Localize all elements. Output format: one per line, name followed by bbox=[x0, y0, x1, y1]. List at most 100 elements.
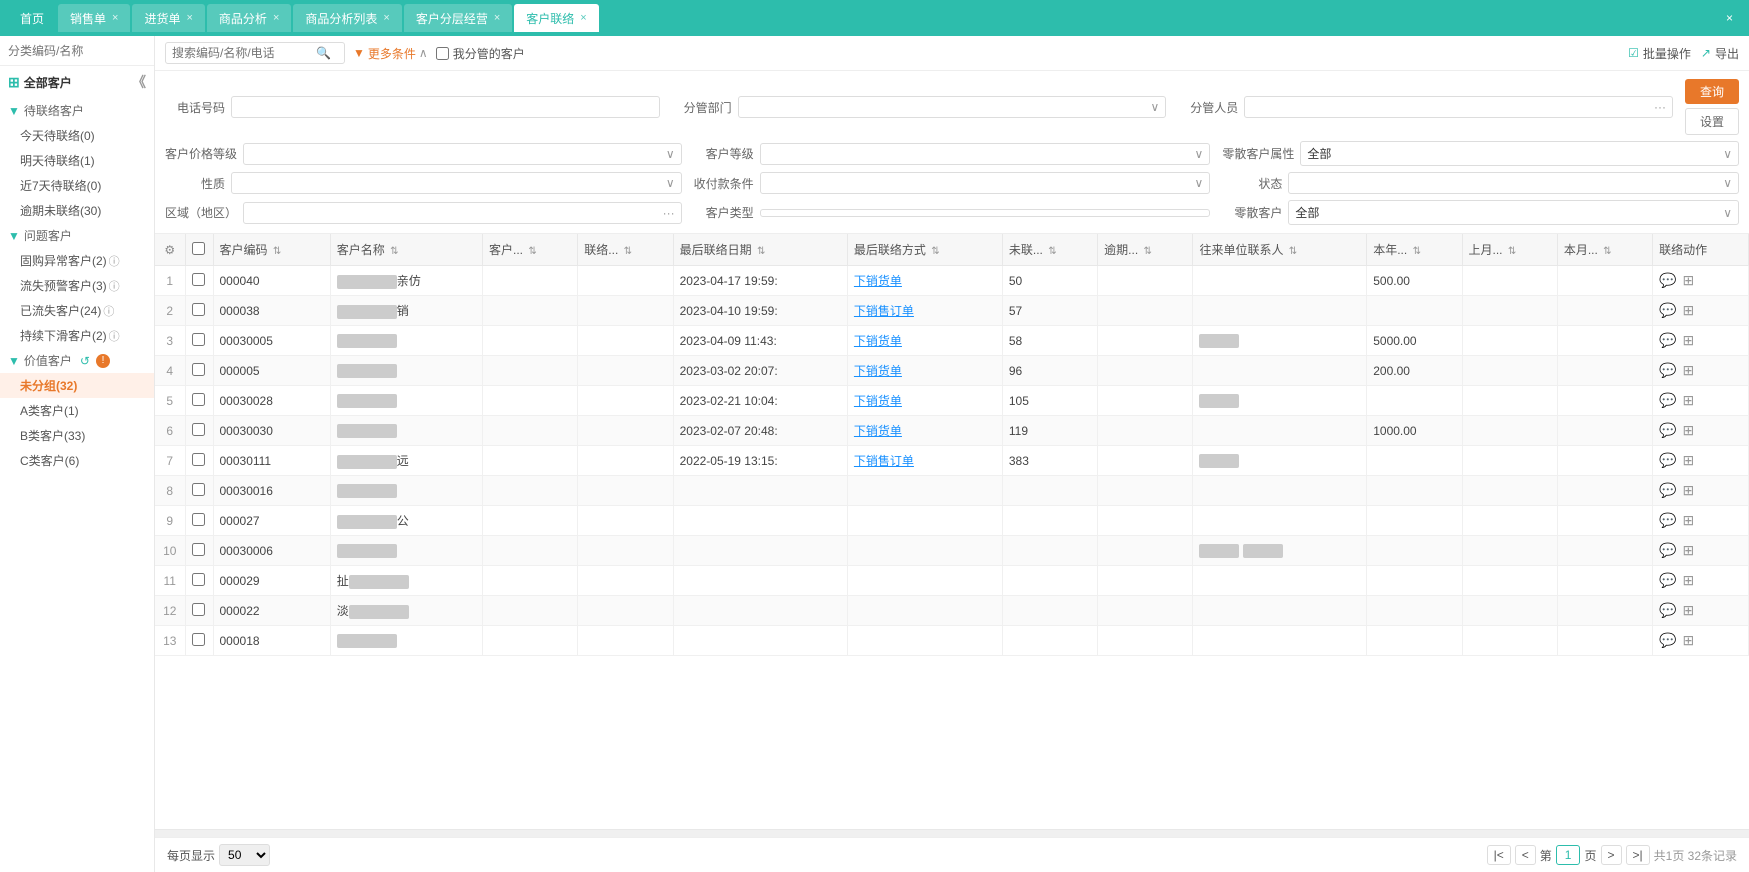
more-icon[interactable]: ⊞ bbox=[1683, 512, 1695, 529]
more-icon[interactable]: ⊞ bbox=[1683, 272, 1695, 289]
sidebar-collapse-icon[interactable]: 《 bbox=[132, 72, 146, 92]
message-icon[interactable]: 💬 bbox=[1659, 602, 1676, 619]
more-icon[interactable]: ⊞ bbox=[1683, 362, 1695, 379]
message-icon[interactable]: 💬 bbox=[1659, 632, 1676, 649]
manager-input[interactable]: ··· bbox=[1244, 96, 1673, 118]
sidebar-item-overdue-pending[interactable]: 逾期未联络(30) bbox=[0, 198, 154, 223]
settings-column-header[interactable]: ⚙ bbox=[155, 234, 185, 266]
close-product-analysis-list-icon[interactable]: × bbox=[383, 12, 389, 24]
row-checkbox-cell[interactable] bbox=[185, 506, 213, 536]
row-last-contact-method[interactable]: 下销售订单 bbox=[847, 446, 1002, 476]
customer-level-select[interactable]: ∨ bbox=[760, 143, 1211, 165]
last-contact-method-link[interactable]: 下销售订单 bbox=[854, 454, 914, 468]
prev-page-button[interactable]: < bbox=[1515, 845, 1536, 865]
message-icon[interactable]: 💬 bbox=[1659, 272, 1676, 289]
retail-customer-select[interactable]: 全部 ∨ bbox=[1288, 200, 1739, 225]
message-icon[interactable]: 💬 bbox=[1659, 572, 1676, 589]
nav-tab-sales[interactable]: 销售单 × bbox=[58, 4, 130, 32]
row-checkbox-cell[interactable] bbox=[185, 326, 213, 356]
sidebar-search-input[interactable] bbox=[8, 44, 155, 58]
value-refresh-icon[interactable]: ↺ bbox=[80, 354, 90, 368]
sidebar-item-tomorrow-pending[interactable]: 明天待联络(1) bbox=[0, 148, 154, 173]
dept-select[interactable]: ∨ bbox=[738, 96, 1167, 118]
more-icon[interactable]: ⊞ bbox=[1683, 602, 1695, 619]
more-filter-button[interactable]: ▼ 更多条件 ∧ bbox=[353, 45, 428, 62]
row-checkbox[interactable] bbox=[192, 303, 205, 316]
more-icon[interactable]: ⊞ bbox=[1683, 332, 1695, 349]
sidebar-item-declining[interactable]: 持续下滑客户(2) ⓘ bbox=[0, 323, 154, 348]
close-purchase-icon[interactable]: × bbox=[186, 12, 192, 24]
main-search-icon[interactable]: 🔍 bbox=[316, 46, 331, 60]
sidebar-item-churned[interactable]: 已流失客户(24) ⓘ bbox=[0, 298, 154, 323]
row-checkbox-cell[interactable] bbox=[185, 266, 213, 296]
message-icon[interactable]: 💬 bbox=[1659, 302, 1676, 319]
row-checkbox-cell[interactable] bbox=[185, 566, 213, 596]
payment-select[interactable]: ∨ bbox=[760, 172, 1211, 194]
close-sales-icon[interactable]: × bbox=[112, 12, 118, 24]
sidebar-item-today-pending[interactable]: 今天待联络(0) bbox=[0, 123, 154, 148]
retail-attr-select[interactable]: 全部 ∨ bbox=[1300, 141, 1739, 166]
more-icon[interactable]: ⊞ bbox=[1683, 392, 1695, 409]
row-checkbox-cell[interactable] bbox=[185, 446, 213, 476]
message-icon[interactable]: 💬 bbox=[1659, 362, 1676, 379]
message-icon[interactable]: 💬 bbox=[1659, 542, 1676, 559]
row-checkbox[interactable] bbox=[192, 543, 205, 556]
sidebar-item-a-class[interactable]: A类客户(1) bbox=[0, 398, 154, 423]
message-icon[interactable]: 💬 bbox=[1659, 512, 1676, 529]
row-checkbox-cell[interactable] bbox=[185, 476, 213, 506]
nav-tab-home[interactable]: 首页 bbox=[8, 4, 56, 32]
more-icon[interactable]: ⊞ bbox=[1683, 542, 1695, 559]
sidebar-item-b-class[interactable]: B类客户(33) bbox=[0, 423, 154, 448]
my-customers-checkbox-label[interactable]: 我分管的客户 bbox=[436, 45, 525, 62]
sidebar-item-churn-warning[interactable]: 流失预警客户(3) ⓘ bbox=[0, 273, 154, 298]
status-select[interactable]: ∨ bbox=[1288, 172, 1739, 194]
more-icon[interactable]: ⊞ bbox=[1683, 572, 1695, 589]
row-checkbox-cell[interactable] bbox=[185, 596, 213, 626]
row-checkbox-cell[interactable] bbox=[185, 416, 213, 446]
nav-tab-purchase[interactable]: 进货单 × bbox=[132, 4, 204, 32]
row-checkbox[interactable] bbox=[192, 363, 205, 376]
checkbox-column-header[interactable] bbox=[185, 234, 213, 266]
gender-select[interactable]: ∨ bbox=[231, 172, 682, 194]
row-checkbox[interactable] bbox=[192, 483, 205, 496]
region-input[interactable]: ··· bbox=[243, 202, 682, 224]
phone-input[interactable] bbox=[231, 96, 660, 118]
row-checkbox-cell[interactable] bbox=[185, 356, 213, 386]
horizontal-scrollbar[interactable] bbox=[155, 829, 1749, 837]
batch-operation-button[interactable]: ☑ 批量操作 bbox=[1628, 45, 1691, 62]
row-checkbox-cell[interactable] bbox=[185, 386, 213, 416]
row-last-contact-method[interactable]: 下销货单 bbox=[847, 416, 1002, 446]
sidebar-all-customers[interactable]: ⊞ 全部客户 《 bbox=[0, 66, 154, 98]
row-checkbox[interactable] bbox=[192, 573, 205, 586]
sidebar-item-7days-pending[interactable]: 近7天待联络(0) bbox=[0, 173, 154, 198]
row-checkbox[interactable] bbox=[192, 273, 205, 286]
last-contact-method-link[interactable]: 下销货单 bbox=[854, 424, 902, 438]
sidebar-item-c-class[interactable]: C类客户(6) bbox=[0, 448, 154, 473]
my-customers-checkbox[interactable] bbox=[436, 47, 449, 60]
last-contact-method-link[interactable]: 下销货单 bbox=[854, 274, 902, 288]
nav-tab-product-analysis[interactable]: 商品分析 × bbox=[207, 4, 291, 32]
customer-type-select[interactable] bbox=[760, 209, 1211, 217]
row-last-contact-method[interactable]: 下销货单 bbox=[847, 386, 1002, 416]
select-all-checkbox[interactable] bbox=[192, 242, 205, 255]
row-last-contact-method[interactable]: 下销货单 bbox=[847, 266, 1002, 296]
last-contact-method-link[interactable]: 下销货单 bbox=[854, 364, 902, 378]
message-icon[interactable]: 💬 bbox=[1659, 452, 1676, 469]
message-icon[interactable]: 💬 bbox=[1659, 392, 1676, 409]
export-button[interactable]: ↗ 导出 bbox=[1701, 45, 1739, 62]
message-icon[interactable]: 💬 bbox=[1659, 332, 1676, 349]
message-icon[interactable]: 💬 bbox=[1659, 482, 1676, 499]
nav-tab-customer-contact[interactable]: 客户联络 × bbox=[514, 4, 598, 32]
sidebar-search-box[interactable]: 🔍 bbox=[0, 36, 154, 66]
close-window-icon[interactable]: × bbox=[1718, 11, 1741, 25]
more-icon[interactable]: ⊞ bbox=[1683, 452, 1695, 469]
per-page-select[interactable]: 50 20 100 bbox=[219, 844, 270, 866]
more-icon[interactable]: ⊞ bbox=[1683, 302, 1695, 319]
close-customer-segment-icon[interactable]: × bbox=[494, 12, 500, 24]
first-page-button[interactable]: |< bbox=[1487, 845, 1511, 865]
row-last-contact-method[interactable]: 下销货单 bbox=[847, 326, 1002, 356]
row-checkbox[interactable] bbox=[192, 603, 205, 616]
next-page-button[interactable]: > bbox=[1601, 845, 1622, 865]
row-checkbox[interactable] bbox=[192, 513, 205, 526]
row-last-contact-method[interactable]: 下销售订单 bbox=[847, 296, 1002, 326]
